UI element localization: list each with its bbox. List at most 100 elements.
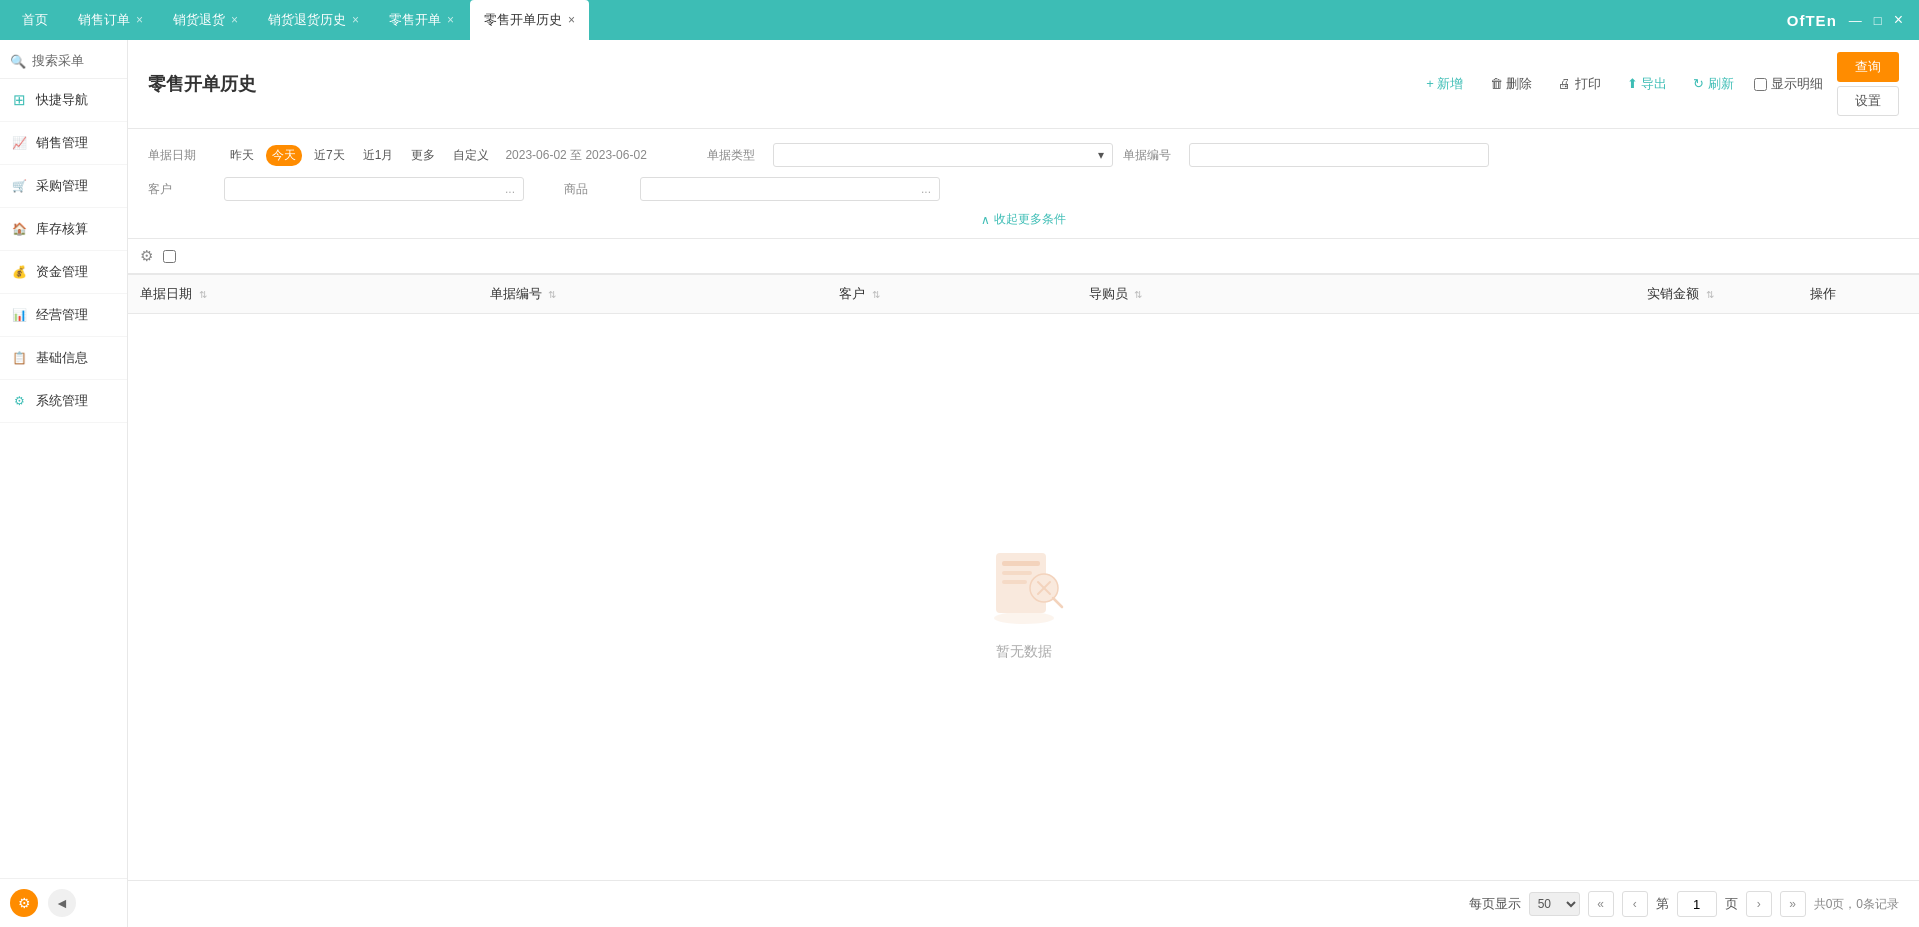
doc-no-input[interactable] (1189, 143, 1489, 167)
prev-page-button[interactable]: ‹ (1622, 891, 1648, 917)
col-docno-sort[interactable]: ⇅ (548, 289, 556, 300)
setting-button[interactable]: 设置 (1837, 86, 1899, 116)
sidebar-item-purchase[interactable]: 🛒 采购管理 (0, 165, 127, 208)
delete-button[interactable]: 🗑 删除 (1484, 71, 1539, 97)
first-page-button[interactable]: « (1588, 891, 1614, 917)
management-icon: 📊 (10, 306, 28, 324)
print-button[interactable]: 🖨 打印 (1552, 71, 1607, 97)
window-close[interactable]: × (1894, 11, 1903, 29)
col-customer: 客户 ⇅ (827, 275, 1076, 314)
sidebar-item-system-label: 系统管理 (36, 392, 88, 410)
tab-retail-open[interactable]: 零售开单 × (375, 0, 468, 40)
data-table: 单据日期 ⇅ 单据编号 ⇅ 客户 ⇅ 导购员 ⇅ (128, 274, 1919, 314)
tab-return-label: 销货退货 (173, 11, 225, 29)
sidebar-item-quicknav-label: 快捷导航 (36, 91, 88, 109)
sidebar-item-finance[interactable]: 💰 资金管理 (0, 251, 127, 294)
search-icon: 🔍 (10, 54, 26, 69)
basic-icon: 📋 (10, 349, 28, 367)
inventory-icon: 🏠 (10, 220, 28, 238)
sidebar-item-management[interactable]: 📊 经营管理 (0, 294, 127, 337)
col-actions-label: 操作 (1810, 286, 1836, 301)
export-button[interactable]: ⬆ 导出 (1621, 71, 1674, 97)
query-button[interactable]: 查询 (1837, 52, 1899, 82)
total-info: 共0页，0条记录 (1814, 896, 1899, 913)
display-detail-checkbox[interactable]: 显示明细 (1754, 75, 1823, 93)
window-minimize[interactable]: — (1849, 13, 1862, 28)
top-nav-right: OfTEn — □ × (1787, 11, 1911, 29)
empty-text: 暂无数据 (996, 643, 1052, 661)
tab-return[interactable]: 销货退货 × (159, 0, 252, 40)
refresh-button[interactable]: ↻ 刷新 (1687, 71, 1740, 97)
sidebar-search-label: 搜索采单 (32, 52, 84, 70)
col-date-label: 单据日期 (140, 286, 192, 301)
tab-list: 首页 销售订单 × 销货退货 × 销货退货历史 × 零售开单 × 零售开单历史 … (8, 0, 1787, 40)
tab-retail-history[interactable]: 零售开单历史 × (470, 0, 589, 40)
date-range-display: 2023-06-02 至 2023-06-02 (505, 147, 646, 164)
date-today[interactable]: 今天 (266, 145, 302, 166)
col-date-sort[interactable]: ⇅ (199, 289, 207, 300)
tab-sales-order[interactable]: 销售订单 × (64, 0, 157, 40)
sidebar-item-basic[interactable]: 📋 基础信息 (0, 337, 127, 380)
tab-retail-open-close[interactable]: × (447, 13, 454, 27)
display-detail-input[interactable] (1754, 78, 1767, 91)
tab-retail-history-close[interactable]: × (568, 13, 575, 27)
empty-illustration (974, 533, 1074, 633)
finance-icon: 💰 (10, 263, 28, 281)
per-page-label: 每页显示 (1469, 895, 1521, 913)
date-more[interactable]: 更多 (405, 145, 441, 166)
date-custom[interactable]: 自定义 (447, 145, 495, 166)
col-customer-sort[interactable]: ⇅ (872, 289, 880, 300)
date-7days[interactable]: 近7天 (308, 145, 351, 166)
sidebar-item-management-label: 经营管理 (36, 306, 88, 324)
empty-state: 暂无数据 (128, 314, 1919, 880)
col-customer-label: 客户 (839, 286, 865, 301)
tab-return-history[interactable]: 销货退货历史 × (254, 0, 373, 40)
sidebar-item-finance-label: 资金管理 (36, 263, 88, 281)
tab-return-history-label: 销货退货历史 (268, 11, 346, 29)
customer-select[interactable]: ... (224, 177, 524, 201)
next-page-button[interactable]: › (1746, 891, 1772, 917)
per-page-select[interactable]: 50 10 20 100 (1529, 892, 1580, 916)
last-page-button[interactable]: » (1780, 891, 1806, 917)
sidebar-item-quicknav[interactable]: ⊞ 快捷导航 (0, 79, 127, 122)
current-page-input[interactable] (1677, 891, 1717, 917)
pagination: 每页显示 50 10 20 100 « ‹ 第 页 › » 共0页，0条记录 (128, 880, 1919, 927)
select-all-checkbox[interactable] (163, 250, 176, 263)
sidebar-item-system[interactable]: ⚙ 系统管理 (0, 380, 127, 423)
sidebar-item-inventory[interactable]: 🏠 库存核算 (0, 208, 127, 251)
doc-type-select[interactable]: ▾ (773, 143, 1113, 167)
collapse-filter-bar[interactable]: ∧ 收起更多条件 (148, 211, 1899, 228)
page-header: 零售开单历史 + 新增 🗑 删除 🖨 打印 ⬆ 导出 ↻ 刷新 显示明细 查询 … (128, 40, 1919, 129)
add-button[interactable]: + 新增 (1420, 71, 1469, 97)
tab-return-history-close[interactable]: × (352, 13, 359, 27)
customer-filter-label: 客户 (148, 181, 204, 198)
tab-return-close[interactable]: × (231, 13, 238, 27)
window-maximize[interactable]: □ (1874, 13, 1882, 28)
tab-home[interactable]: 首页 (8, 0, 62, 40)
table-settings-icon[interactable]: ⚙ (140, 247, 153, 265)
sidebar-item-sales[interactable]: 📈 销售管理 (0, 122, 127, 165)
col-amount-sort[interactable]: ⇅ (1706, 289, 1714, 300)
date-1month[interactable]: 近1月 (357, 145, 400, 166)
settings-button[interactable]: ⚙ (10, 889, 38, 917)
goods-select[interactable]: ... (640, 177, 940, 201)
date-yesterday[interactable]: 昨天 (224, 145, 260, 166)
doc-no-label: 单据编号 (1123, 147, 1179, 164)
collapse-sidebar-button[interactable]: ◄ (48, 889, 76, 917)
collapse-icon: ∧ (981, 213, 990, 227)
brand-label: OfTEn (1787, 12, 1837, 29)
date-filter-label: 单据日期 (148, 147, 204, 164)
goods-filter-label: 商品 (564, 181, 620, 198)
display-detail-label: 显示明细 (1771, 75, 1823, 93)
page-suffix: 页 (1725, 895, 1738, 913)
header-actions: + 新增 🗑 删除 🖨 打印 ⬆ 导出 ↻ 刷新 显示明细 查询 设置 (1420, 52, 1899, 116)
chevron-down-icon: ▾ (1098, 148, 1104, 162)
quicknav-icon: ⊞ (10, 91, 28, 109)
col-docno: 单据编号 ⇅ (478, 275, 828, 314)
sidebar-search[interactable]: 🔍 搜索采单 (0, 40, 127, 79)
sidebar-item-sales-label: 销售管理 (36, 134, 88, 152)
tab-sales-order-close[interactable]: × (136, 13, 143, 27)
filter-area: 单据日期 昨天 今天 近7天 近1月 更多 自定义 2023-06-02 至 2… (128, 129, 1919, 239)
col-salesperson-sort[interactable]: ⇅ (1134, 289, 1142, 300)
purchase-icon: 🛒 (10, 177, 28, 195)
